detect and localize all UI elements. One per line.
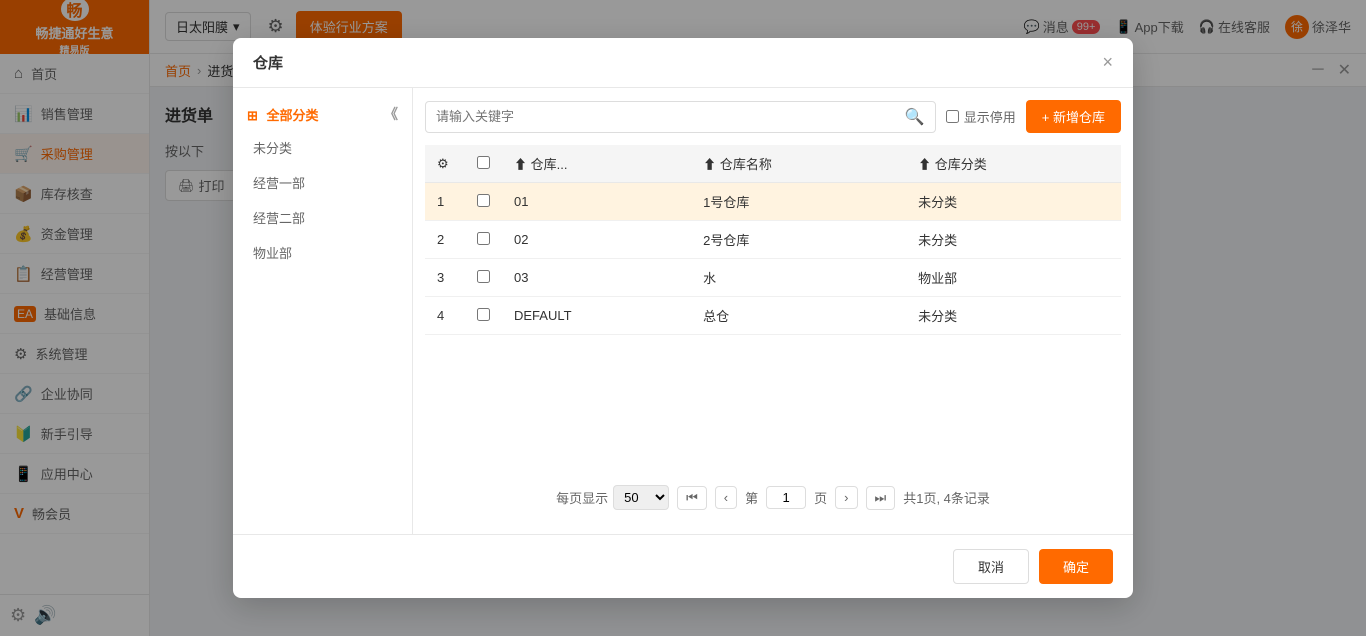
dialog-title: 仓库: [253, 52, 283, 73]
show-disabled-text: 显示停用: [964, 107, 1016, 126]
row-name-4: 总仓: [691, 297, 906, 335]
row-num-3: 3: [425, 259, 465, 297]
warehouse-dialog: 仓库 × ⊞ 全部分类 《 未分类 经营一部 经营二部 物业部: [233, 38, 1133, 598]
row-code-1: 01: [502, 183, 691, 221]
show-disabled-label: 显示停用: [946, 107, 1016, 126]
warehouse-table: ⚙ ⬆ 仓库... ⬆ 仓库名称: [425, 145, 1121, 335]
row-check-3[interactable]: [465, 259, 502, 297]
row-code-2: 02: [502, 221, 691, 259]
per-page-wrap: 每页显示 50 20 100: [556, 485, 669, 510]
page-unit: 页: [814, 488, 827, 507]
row-category-4: 未分类: [906, 297, 1121, 335]
page-prev-btn[interactable]: ‹: [715, 486, 737, 509]
row-category-1: 未分类: [906, 183, 1121, 221]
row-num-2: 2: [425, 221, 465, 259]
page-label: 第: [745, 488, 758, 507]
add-warehouse-btn[interactable]: + 新增仓库: [1026, 100, 1121, 133]
row-check-4[interactable]: [465, 297, 502, 335]
search-wrap: 🔍: [425, 101, 936, 133]
table-row[interactable]: 3 03 水 物业部: [425, 259, 1121, 297]
page-last-btn[interactable]: ⏭: [866, 486, 896, 510]
row-num-1: 1: [425, 183, 465, 221]
cancel-button[interactable]: 取消: [953, 549, 1029, 584]
modal-overlay: 仓库 × ⊞ 全部分类 《 未分类 经营一部 经营二部 物业部: [0, 0, 1366, 636]
col-name-header[interactable]: ⬆ 仓库名称: [691, 145, 906, 183]
dialog-body: ⊞ 全部分类 《 未分类 经营一部 经营二部 物业部 🔍: [233, 88, 1133, 534]
sort-icon3: ⬆: [918, 157, 931, 172]
row-category-2: 未分类: [906, 221, 1121, 259]
row-code-3: 03: [502, 259, 691, 297]
table-panel: 🔍 显示停用 + 新增仓库 ⚙: [413, 88, 1133, 534]
category-panel-header: ⊞ 全部分类 《: [233, 98, 412, 130]
category-item-ops2[interactable]: 经营二部: [233, 200, 412, 235]
table-row[interactable]: 2 02 2号仓库 未分类: [425, 221, 1121, 259]
row-check-2[interactable]: [465, 221, 502, 259]
search-input[interactable]: [436, 109, 905, 124]
gear-col-icon[interactable]: ⚙: [437, 156, 449, 171]
category-item-uncategorized[interactable]: 未分类: [233, 130, 412, 165]
page-num-input[interactable]: [766, 486, 806, 509]
collapse-btn[interactable]: 《: [384, 104, 398, 124]
search-icon: 🔍: [905, 107, 925, 127]
table-header-row: ⚙ ⬆ 仓库... ⬆ 仓库名称: [425, 145, 1121, 183]
dialog-header: 仓库 ×: [233, 38, 1133, 88]
page-next-btn[interactable]: ›: [835, 486, 857, 509]
row-name-1: 1号仓库: [691, 183, 906, 221]
category-item-ops1[interactable]: 经营一部: [233, 165, 412, 200]
col-category-header[interactable]: ⬆ 仓库分类: [906, 145, 1121, 183]
confirm-button[interactable]: 确定: [1039, 549, 1113, 584]
category-header-label[interactable]: 全部分类: [267, 108, 319, 123]
category-item-property[interactable]: 物业部: [233, 235, 412, 270]
per-page-select[interactable]: 50 20 100: [613, 485, 669, 510]
row-name-2: 2号仓库: [691, 221, 906, 259]
table-body: 1 01 1号仓库 未分类 2 02 2号仓库 未分类: [425, 183, 1121, 335]
page-first-btn[interactable]: ⏮: [677, 486, 707, 510]
row-category-3: 物业部: [906, 259, 1121, 297]
per-page-label: 每页显示: [556, 488, 608, 507]
pagination: 每页显示 50 20 100 ⏮ ‹ 第 页 › ⏭ 共1页, 4条记录: [425, 473, 1121, 522]
col-checkbox: [465, 145, 502, 183]
grid-icon: ⊞: [247, 108, 258, 123]
dialog-footer: 取消 确定: [233, 534, 1133, 598]
table-row[interactable]: 4 DEFAULT 总仓 未分类: [425, 297, 1121, 335]
total-text: 共1页, 4条记录: [903, 488, 990, 507]
sort-icon: ⬆: [514, 157, 527, 172]
row-name-3: 水: [691, 259, 906, 297]
sort-icon2: ⬆: [703, 157, 716, 172]
row-code-4: DEFAULT: [502, 297, 691, 335]
table-toolbar: 🔍 显示停用 + 新增仓库: [425, 100, 1121, 133]
col-code-header[interactable]: ⬆ 仓库...: [502, 145, 691, 183]
show-disabled-checkbox[interactable]: [946, 110, 959, 123]
category-panel: ⊞ 全部分类 《 未分类 经营一部 经营二部 物业部: [233, 88, 413, 534]
row-num-4: 4: [425, 297, 465, 335]
select-all-checkbox[interactable]: [477, 156, 490, 169]
dialog-close-button[interactable]: ×: [1102, 52, 1113, 73]
col-gear: ⚙: [425, 145, 465, 183]
table-row[interactable]: 1 01 1号仓库 未分类: [425, 183, 1121, 221]
row-check-1[interactable]: [465, 183, 502, 221]
